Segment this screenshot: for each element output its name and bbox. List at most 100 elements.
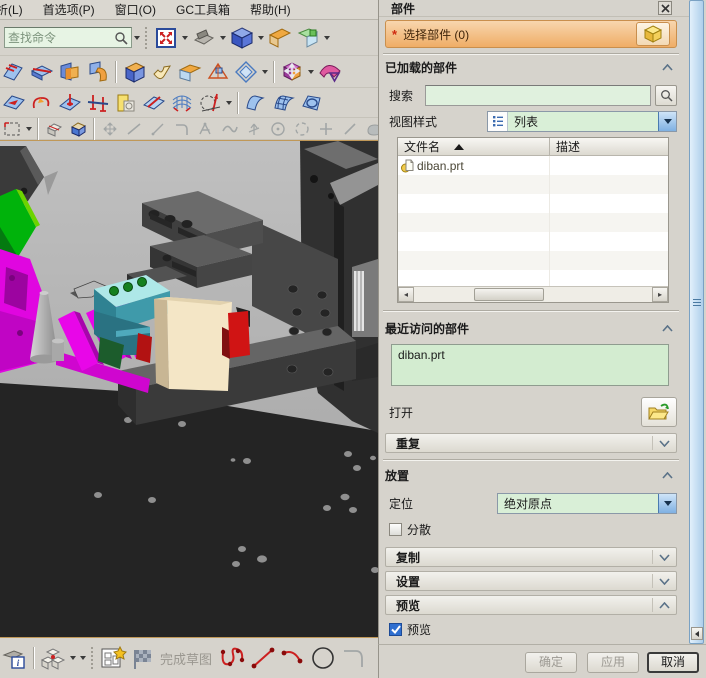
select-marquee-icon[interactable] xyxy=(0,119,24,139)
surface-arrow-icon[interactable] xyxy=(0,90,28,116)
search-button[interactable] xyxy=(655,84,677,106)
positioning-dropdown-button[interactable] xyxy=(658,493,676,513)
sketch-arc-icon[interactable] xyxy=(278,643,308,673)
sketch-circle-icon[interactable] xyxy=(308,643,338,673)
rail-grip-handle[interactable] xyxy=(693,297,701,308)
find-command-input[interactable]: 查找命令 xyxy=(4,27,132,48)
loaded-parts-header[interactable]: 已加载的部件 xyxy=(385,57,677,77)
menu-item-help[interactable]: 帮助(H) xyxy=(240,1,301,18)
extrude-icon[interactable] xyxy=(120,59,148,85)
sheet-bend-icon[interactable] xyxy=(148,59,176,85)
toolbar-handle[interactable] xyxy=(91,647,95,669)
graphics-viewport[interactable] xyxy=(0,140,378,638)
section-cube-icon[interactable] xyxy=(42,119,66,139)
studio-spline-icon[interactable] xyxy=(218,643,248,673)
loaded-parts-table[interactable]: 文件名 描述 diban.prt ◂ ▸ xyxy=(397,137,669,303)
chevron-down-icon[interactable] xyxy=(659,553,670,561)
scroll-right-icon[interactable]: ▸ xyxy=(652,287,668,302)
dialog-title-bar[interactable]: 部件 xyxy=(379,0,690,17)
menu-item-gc-toolbox[interactable]: GC工具箱 xyxy=(166,1,240,18)
settings-section-header[interactable]: 设置 xyxy=(385,571,677,591)
scatter-row[interactable]: 分散 xyxy=(389,520,677,538)
curve-hook-icon[interactable] xyxy=(28,90,56,116)
menu-item-preferences[interactable]: 首选项(P) xyxy=(33,1,105,18)
recent-part-item[interactable]: diban.prt xyxy=(398,348,445,362)
ok-button[interactable]: 确定 xyxy=(525,652,577,673)
swept-surface-icon[interactable] xyxy=(242,90,270,116)
repeat-section-header[interactable]: 重复 xyxy=(385,433,677,453)
sheet-flange-icon[interactable] xyxy=(176,59,204,85)
pyramid-icon[interactable] xyxy=(204,59,232,85)
surface-trim-icon[interactable] xyxy=(0,59,28,85)
dialog-rail[interactable] xyxy=(689,0,704,644)
view-style-dropdown-button[interactable] xyxy=(658,111,676,131)
open-part-button[interactable] xyxy=(641,397,677,427)
move-component-icon[interactable] xyxy=(278,59,306,85)
clip-section-orange-icon[interactable] xyxy=(266,25,294,51)
view-style-dropdown-icon[interactable] xyxy=(258,35,264,40)
assemblies-dropdown-icon[interactable] xyxy=(70,656,76,660)
fit-view-dropdown-icon[interactable] xyxy=(182,35,188,40)
select-part-row[interactable]: * 选择部件 (0) xyxy=(385,20,677,48)
chevron-up-icon[interactable] xyxy=(662,471,673,479)
wireframe-cube-icon[interactable] xyxy=(232,59,260,85)
search-input[interactable] xyxy=(425,84,651,106)
page-feature-icon[interactable] xyxy=(112,90,140,116)
chevron-down-icon[interactable] xyxy=(659,439,670,447)
scroll-left-icon[interactable]: ◂ xyxy=(398,287,414,302)
sketch-line-icon[interactable] xyxy=(248,643,278,673)
table-row-diban[interactable]: diban.prt xyxy=(398,156,668,175)
rail-collapse-button[interactable] xyxy=(691,627,703,640)
placement-section-header[interactable]: 放置 xyxy=(385,465,677,485)
dialog-close-button[interactable] xyxy=(658,1,672,15)
clip-section-dropdown-icon[interactable] xyxy=(324,35,330,40)
table-header[interactable]: 文件名 描述 xyxy=(398,138,668,156)
menu-item-window[interactable]: 窗口(O) xyxy=(105,1,166,18)
preview-checkbox[interactable] xyxy=(389,622,402,636)
column-file-name[interactable]: 文件名 xyxy=(404,138,440,155)
assembly-constraint-icon[interactable] xyxy=(316,59,344,85)
toolbar-handle[interactable] xyxy=(145,26,149,49)
apply-button[interactable]: 应用 xyxy=(587,652,639,673)
recent-parts-list[interactable]: diban.prt xyxy=(391,344,669,386)
datum-axis-icon[interactable] xyxy=(196,90,224,116)
mesh-uv-icon[interactable] xyxy=(168,90,196,116)
find-command-dropdown-icon[interactable] xyxy=(134,35,140,40)
part-info-icon[interactable]: i xyxy=(0,643,30,673)
shaded-view-cube-icon[interactable] xyxy=(228,25,256,51)
column-description[interactable]: 描述 xyxy=(556,138,580,155)
move-dropdown-icon[interactable] xyxy=(308,69,314,74)
feature-dropdown-icon[interactable] xyxy=(262,69,268,74)
snapshot-dropdown-icon[interactable] xyxy=(220,35,226,40)
cancel-button[interactable]: 取消 xyxy=(647,652,699,673)
select-dropdown-icon[interactable] xyxy=(26,126,32,131)
table-row-empty[interactable] xyxy=(398,175,668,194)
recent-parts-header[interactable]: 最近访问的部件 xyxy=(385,318,677,338)
select-part-cube-button[interactable] xyxy=(636,22,670,46)
sketch-in-task-icon[interactable] xyxy=(98,643,128,673)
surface-slash-icon[interactable] xyxy=(140,90,168,116)
n-sided-surface-icon[interactable] xyxy=(298,90,326,116)
mesh-surface-icon[interactable] xyxy=(270,90,298,116)
work-section-cube-icon[interactable] xyxy=(66,119,90,139)
chevron-up-icon[interactable] xyxy=(662,63,673,71)
table-row-empty[interactable] xyxy=(398,194,668,213)
copy-section-header[interactable]: 复制 xyxy=(385,547,677,567)
positioning-combo[interactable]: 绝对原点 xyxy=(497,492,677,514)
view-style-combo[interactable]: 列表 xyxy=(487,110,677,132)
snapshot-icon[interactable] xyxy=(190,25,218,51)
table-horizontal-scrollbar[interactable]: ◂ ▸ xyxy=(398,286,668,302)
split-body-icon[interactable] xyxy=(28,59,56,85)
fit-view-icon[interactable] xyxy=(152,25,180,51)
scatter-checkbox[interactable] xyxy=(389,522,402,536)
chevron-up-icon[interactable] xyxy=(662,324,673,332)
table-row-empty[interactable] xyxy=(398,251,668,270)
clip-section-green-icon[interactable] xyxy=(294,25,322,51)
preview-row[interactable]: 预览 xyxy=(389,620,677,638)
assemblies-dropdown2-icon[interactable] xyxy=(80,656,86,660)
table-row-empty[interactable] xyxy=(398,232,668,251)
surface-dropdown-icon[interactable] xyxy=(226,100,232,105)
assemblies-cubes-icon[interactable] xyxy=(38,643,68,673)
chevron-down-icon[interactable] xyxy=(659,577,670,585)
menu-item-analysis[interactable]: 析(L) xyxy=(0,1,33,18)
